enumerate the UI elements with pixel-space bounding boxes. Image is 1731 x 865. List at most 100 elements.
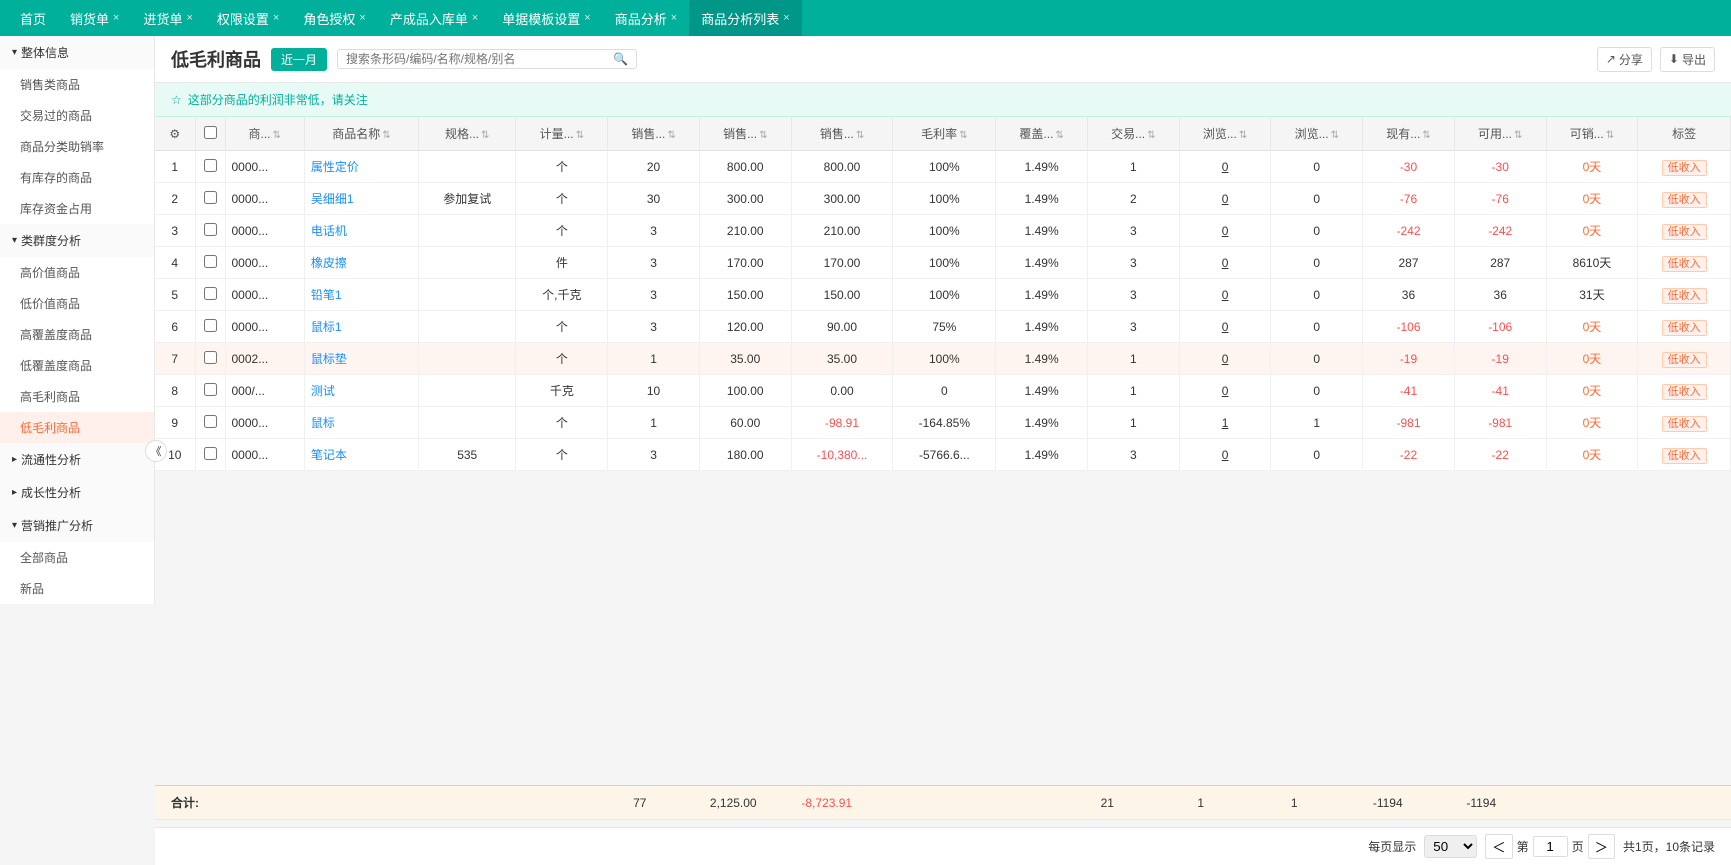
row-checkbox[interactable] (195, 311, 225, 343)
col-checkbox[interactable] (195, 117, 225, 151)
row-tag: 低收入 (1638, 375, 1731, 407)
next-page-button[interactable]: ＞ (1588, 834, 1615, 859)
row-view1[interactable]: 0 (1179, 151, 1271, 183)
prev-page-button[interactable]: ＜ (1485, 834, 1512, 859)
row-view1[interactable]: 0 (1179, 375, 1271, 407)
row-name[interactable]: 吴细细1 (304, 183, 418, 215)
row-name[interactable]: 属性定价 (304, 151, 418, 183)
row-view1[interactable]: 0 (1179, 183, 1271, 215)
sidebar-item-category-rate[interactable]: 商品分类助销率 (0, 131, 154, 162)
sidebar-collapse-button[interactable]: 《 (145, 440, 167, 462)
row-name[interactable]: 笔记本 (304, 439, 418, 471)
nav-item-product-analysis-list[interactable]: 商品分析列表× (689, 0, 801, 36)
row-name[interactable]: 橡皮擦 (304, 247, 418, 279)
sidebar-group-marketing[interactable]: ▾ 营销推广分析 (0, 509, 154, 542)
close-purchase-icon[interactable]: × (186, 12, 192, 24)
page-input[interactable] (1533, 836, 1568, 857)
row-view1[interactable]: 0 (1179, 439, 1271, 471)
row-name[interactable]: 铅笔1 (304, 279, 418, 311)
col-gross-margin[interactable]: 毛利率⇅ (893, 117, 996, 151)
sidebar-item-low-margin[interactable]: 低毛利商品 (0, 412, 154, 443)
nav-item-sales[interactable]: 销货单× (58, 0, 131, 36)
col-saleable-days[interactable]: 可销...⇅ (1546, 117, 1638, 151)
row-checkbox[interactable] (195, 183, 225, 215)
sidebar-item-in-stock[interactable]: 有库存的商品 (0, 162, 154, 193)
export-button[interactable]: ⬇ 导出 (1660, 47, 1715, 72)
close-product-analysis-icon[interactable]: × (671, 12, 677, 24)
row-name[interactable]: 测试 (304, 375, 418, 407)
col-code[interactable]: 商...⇅ (225, 117, 304, 151)
row-view1[interactable]: 0 (1179, 215, 1271, 247)
sidebar-item-sales-products[interactable]: 销售类商品 (0, 69, 154, 100)
sidebar-item-low-coverage[interactable]: 低覆盖度商品 (0, 350, 154, 381)
row-checkbox[interactable] (195, 215, 225, 247)
sidebar-item-capital[interactable]: 库存资金占用 (0, 193, 154, 224)
row-checkbox[interactable] (195, 407, 225, 439)
sidebar-item-all-products[interactable]: 全部商品 (0, 542, 154, 573)
row-checkbox[interactable] (195, 375, 225, 407)
row-view1[interactable]: 0 (1179, 247, 1271, 279)
col-sales-amount[interactable]: 销售...⇅ (791, 117, 893, 151)
col-name[interactable]: 商品名称⇅ (304, 117, 418, 151)
row-view1[interactable]: 0 (1179, 343, 1271, 375)
row-checkbox[interactable] (195, 247, 225, 279)
sidebar-item-traded-products[interactable]: 交易过的商品 (0, 100, 154, 131)
row-view1[interactable]: 0 (1179, 311, 1271, 343)
row-view1[interactable]: 1 (1179, 407, 1271, 439)
horizontal-scrollbar[interactable] (155, 819, 1731, 827)
row-checkbox[interactable] (195, 151, 225, 183)
col-sales-price[interactable]: 销售...⇅ (699, 117, 791, 151)
select-all-checkbox[interactable] (204, 126, 217, 139)
col-available-stock[interactable]: 可用...⇅ (1454, 117, 1546, 151)
row-checkbox[interactable] (195, 439, 225, 471)
top-nav: 首页 销货单× 进货单× 权限设置× 角色授权× 产成品入库单× 单据模板设置×… (0, 0, 1731, 36)
nav-item-roles[interactable]: 角色授权× (291, 0, 377, 36)
row-checkbox[interactable] (195, 343, 225, 375)
row-name[interactable]: 鼠标 (304, 407, 418, 439)
col-transaction[interactable]: 交易...⇅ (1087, 117, 1179, 151)
nav-item-home[interactable]: 首页 (8, 0, 58, 36)
search-icon[interactable]: 🔍 (613, 52, 628, 66)
sidebar-item-high-margin[interactable]: 高毛利商品 (0, 381, 154, 412)
row-name[interactable]: 电话机 (304, 215, 418, 247)
sidebar-group-cluster[interactable]: ▾ 类群度分析 (0, 224, 154, 257)
close-sales-icon[interactable]: × (113, 12, 119, 24)
col-view1[interactable]: 浏览...⇅ (1179, 117, 1271, 151)
close-product-entry-icon[interactable]: × (472, 12, 478, 24)
close-template-icon[interactable]: × (584, 12, 590, 24)
sidebar-item-high-value[interactable]: 高价值商品 (0, 257, 154, 288)
nav-item-purchase[interactable]: 进货单× (131, 0, 204, 36)
row-name[interactable]: 鼠标1 (304, 311, 418, 343)
pagination-bar: 每页显示 50 100 200 ＜ 第 页 ＞ 共1页，10条记录 (155, 827, 1731, 865)
nav-item-product-entry[interactable]: 产成品入库单× (378, 0, 490, 36)
col-current-stock[interactable]: 现有...⇅ (1363, 117, 1455, 151)
close-permissions-icon[interactable]: × (273, 12, 279, 24)
col-unit[interactable]: 计量...⇅ (516, 117, 608, 151)
col-spec[interactable]: 规格...⇅ (418, 117, 515, 151)
nav-item-permissions[interactable]: 权限设置× (205, 0, 291, 36)
search-input[interactable] (346, 52, 613, 66)
nav-item-product-analysis[interactable]: 商品分析× (603, 0, 689, 36)
sidebar-item-high-coverage[interactable]: 高覆盖度商品 (0, 319, 154, 350)
close-analysis-list-icon[interactable]: × (783, 12, 789, 24)
col-coverage[interactable]: 覆盖...⇅ (996, 117, 1088, 151)
row-name[interactable]: 鼠标垫 (304, 343, 418, 375)
share-button[interactable]: ↗ 分享 (1597, 47, 1652, 72)
sidebar-group-overall[interactable]: ▾ 整体信息 (0, 36, 154, 69)
sidebar-item-low-value[interactable]: 低价值商品 (0, 288, 154, 319)
row-saleable-days: 0天 (1546, 151, 1638, 183)
sidebar-item-new-products[interactable]: 新品 (0, 573, 154, 604)
col-view2[interactable]: 浏览...⇅ (1271, 117, 1363, 151)
row-checkbox[interactable] (195, 279, 225, 311)
row-saleable-days: 0天 (1546, 407, 1638, 439)
close-roles-icon[interactable]: × (359, 12, 365, 24)
period-button[interactable]: 近一月 (271, 48, 327, 71)
col-sales-qty[interactable]: 销售...⇅ (608, 117, 700, 151)
sidebar-group-growth[interactable]: ▸ 成长性分析 (0, 476, 154, 509)
row-view1[interactable]: 0 (1179, 279, 1271, 311)
nav-item-template[interactable]: 单据模板设置× (490, 0, 602, 36)
page-size-select[interactable]: 50 100 200 (1424, 835, 1477, 858)
sidebar-group-circulation[interactable]: ▸ 流通性分析 (0, 443, 154, 476)
col-settings[interactable]: ⚙ (155, 117, 195, 151)
table-row: 1 0000... 属性定价 个 20 800.00 800.00 100% 1… (155, 151, 1731, 183)
